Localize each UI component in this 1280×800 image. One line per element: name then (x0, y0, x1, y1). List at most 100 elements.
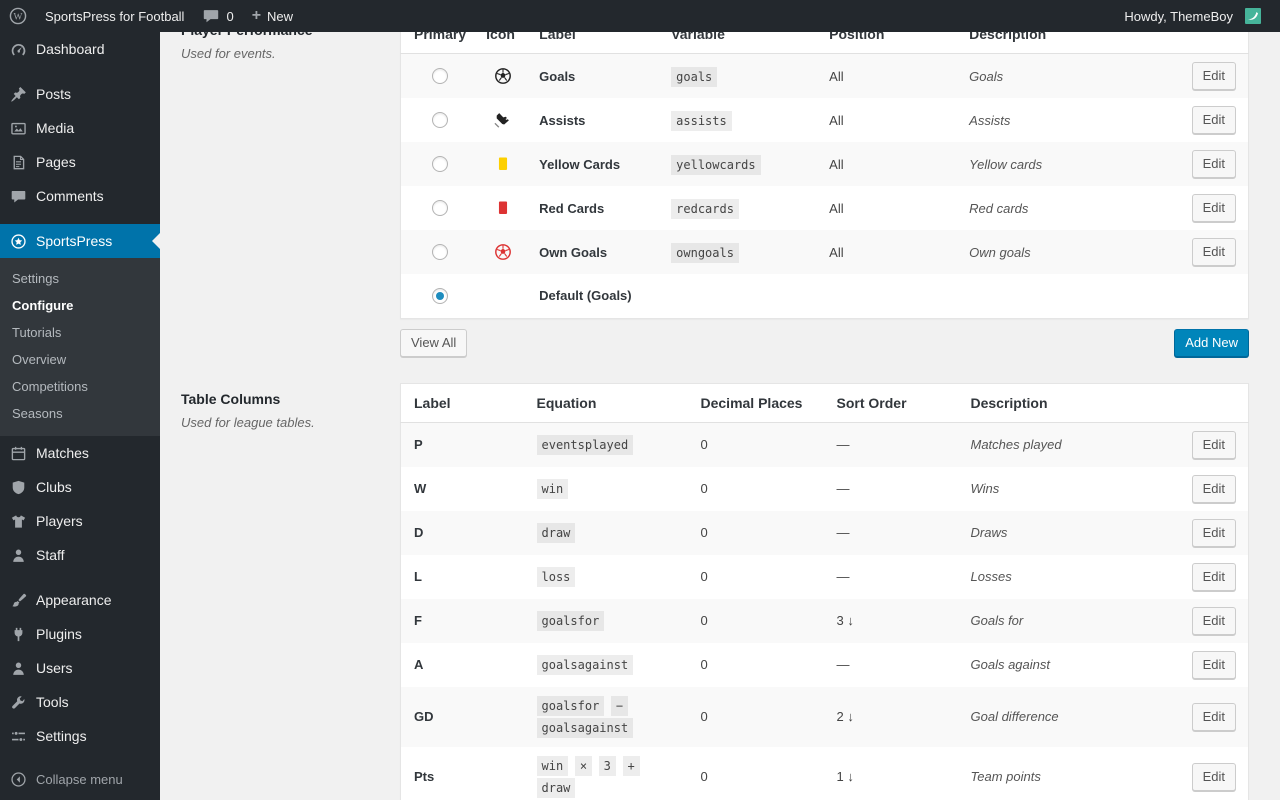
position-value: All (819, 142, 959, 186)
account-menu[interactable]: Howdy, ThemeBoy (1115, 0, 1270, 32)
plus-icon: + (252, 8, 261, 24)
submenu-item-competitions[interactable]: Competitions (0, 373, 160, 400)
submenu-item-settings[interactable]: Settings (0, 265, 160, 292)
column-header-actions (1163, 383, 1249, 422)
wrench-icon (8, 693, 28, 711)
performance-label: Yellow Cards (539, 157, 620, 172)
description-value: Goals against (971, 657, 1051, 672)
description-value: Losses (971, 569, 1012, 584)
sidebar-item-pages[interactable]: Pages (0, 145, 160, 179)
site-name-link[interactable]: SportsPress for Football (36, 0, 193, 32)
edit-button[interactable]: Edit (1192, 475, 1236, 503)
section-subtitle: Used for league tables. (181, 415, 390, 430)
collapse-menu-button[interactable]: Collapse menu (0, 762, 160, 796)
calendar-icon (8, 444, 28, 462)
edit-button[interactable]: Edit (1192, 106, 1236, 134)
comments-shortcut[interactable]: 0 (193, 0, 242, 32)
edit-button[interactable]: Edit (1192, 763, 1236, 791)
table-column-row: A goalsagainst 0 — Goals against Edit (401, 643, 1249, 687)
sportspress-submenu: Settings Configure Tutorials Overview Co… (0, 258, 160, 436)
decimal-places-value: 0 (691, 599, 827, 643)
edit-button[interactable]: Edit (1192, 62, 1236, 90)
sliders-icon (8, 727, 28, 745)
sidebar-item-players[interactable]: Players (0, 504, 160, 538)
sidebar-item-staff[interactable]: Staff (0, 538, 160, 572)
submenu-item-tutorials[interactable]: Tutorials (0, 319, 160, 346)
sidebar-item-posts[interactable]: Posts (0, 77, 160, 111)
shield-icon (8, 478, 28, 496)
column-label: W (414, 481, 426, 496)
sidebar-item-matches[interactable]: Matches (0, 436, 160, 470)
equation-token: win (537, 756, 569, 776)
wordpress-icon (9, 7, 27, 25)
edit-button[interactable]: Edit (1192, 194, 1236, 222)
table-column-row: L loss 0 — Losses Edit (401, 555, 1249, 599)
equation-token: draw (537, 523, 576, 543)
menu-separator (0, 213, 160, 224)
primary-radio[interactable] (432, 112, 448, 128)
comments-icon (8, 187, 28, 205)
equation-token: eventsplayed (537, 435, 634, 455)
table-column-row: P eventsplayed 0 — Matches played Edit (401, 422, 1249, 467)
red-card-icon (494, 199, 512, 217)
submenu-item-overview[interactable]: Overview (0, 346, 160, 373)
description-value: Team points (971, 769, 1041, 784)
new-content-menu[interactable]: + New (243, 0, 302, 32)
site-name: SportsPress for Football (45, 9, 184, 24)
edit-button[interactable]: Edit (1192, 607, 1236, 635)
sidebar-item-sportspress[interactable]: SportsPress (0, 224, 160, 258)
sort-order-value: — (827, 555, 961, 599)
collapse-icon (8, 770, 28, 788)
edit-button[interactable]: Edit (1192, 651, 1236, 679)
primary-radio-default[interactable] (432, 288, 448, 304)
performance-label: Own Goals (539, 245, 607, 260)
table-columns-rows: P eventsplayed 0 — Matches played Edit W… (401, 422, 1249, 800)
person-icon (8, 546, 28, 564)
menu-separator (0, 572, 160, 583)
view-all-button[interactable]: View All (400, 329, 467, 357)
primary-radio[interactable] (432, 200, 448, 216)
column-header-sort-order: Sort Order (827, 383, 961, 422)
section-subtitle: Used for events. (181, 46, 390, 61)
sidebar-item-comments[interactable]: Comments (0, 179, 160, 213)
sidebar-item-media[interactable]: Media (0, 111, 160, 145)
variable-code: owngoals (671, 243, 739, 263)
sidebar-item-users[interactable]: Users (0, 651, 160, 685)
submenu-item-configure[interactable]: Configure (0, 292, 160, 319)
edit-button[interactable]: Edit (1192, 431, 1236, 459)
description-value: Red cards (969, 201, 1028, 216)
table-columns-section: Table Columns Used for league tables. La… (160, 383, 1280, 800)
sidebar-item-dashboard[interactable]: Dashboard (0, 32, 160, 66)
edit-button[interactable]: Edit (1192, 563, 1236, 591)
sort-order-value: 2 ↓ (827, 687, 961, 747)
admin-sidebar: Dashboard Posts Media Pages Comments Spo… (0, 32, 160, 800)
position-value: All (819, 54, 959, 99)
description-value: Wins (971, 481, 1000, 496)
equation-token: − (611, 696, 628, 716)
edit-button[interactable]: Edit (1192, 703, 1236, 731)
variable-code: redcards (671, 199, 739, 219)
performance-rows: Goals goals All Goals Edit Assists assis… (401, 54, 1249, 275)
primary-radio[interactable] (432, 244, 448, 260)
admin-bar: SportsPress for Football 0 + New Howdy, … (0, 0, 1280, 32)
sidebar-item-clubs[interactable]: Clubs (0, 470, 160, 504)
new-label: New (267, 9, 293, 24)
edit-button[interactable]: Edit (1192, 519, 1236, 547)
edit-button[interactable]: Edit (1192, 238, 1236, 266)
submenu-item-seasons[interactable]: Seasons (0, 400, 160, 427)
column-label: GD (414, 709, 434, 724)
section-field: Label Equation Decimal Places Sort Order… (400, 383, 1249, 800)
equation-cell: loss (527, 555, 691, 599)
primary-radio[interactable] (432, 156, 448, 172)
sidebar-item-tools[interactable]: Tools (0, 685, 160, 719)
wordpress-logo-button[interactable] (0, 0, 36, 32)
sidebar-item-settings[interactable]: Settings (0, 719, 160, 753)
primary-radio[interactable] (432, 68, 448, 84)
edit-button[interactable]: Edit (1192, 150, 1236, 178)
sidebar-item-plugins[interactable]: Plugins (0, 617, 160, 651)
sidebar-item-appearance[interactable]: Appearance (0, 583, 160, 617)
column-header-description: Description (961, 383, 1163, 422)
column-label: P (414, 437, 423, 452)
column-header-decimal-places: Decimal Places (691, 383, 827, 422)
add-new-button[interactable]: Add New (1174, 329, 1249, 357)
